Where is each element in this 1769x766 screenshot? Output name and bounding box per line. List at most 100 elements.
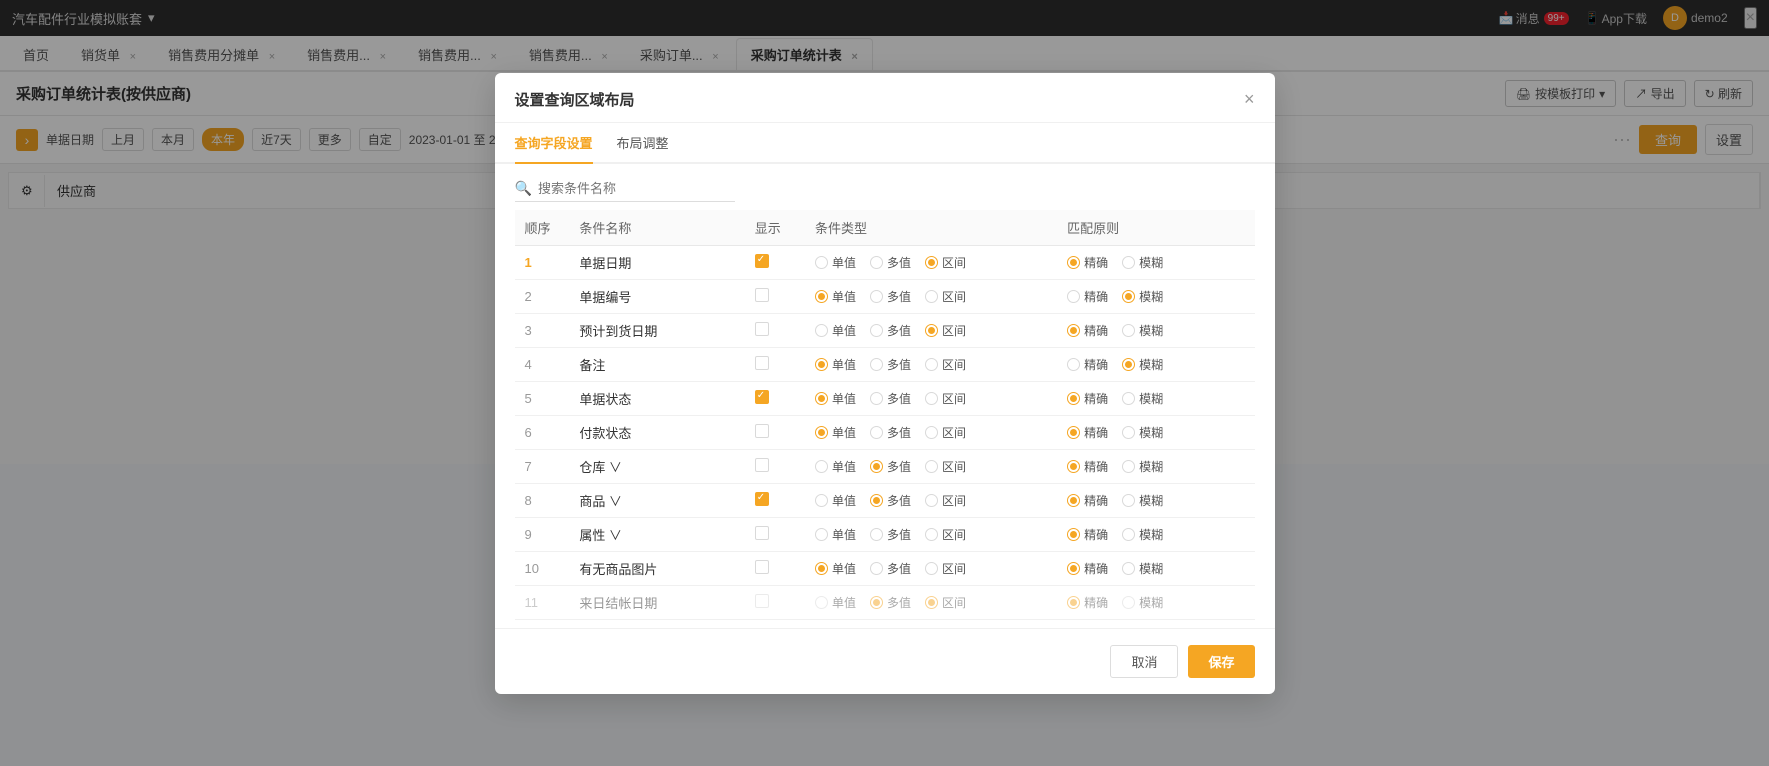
radio-type-multi[interactable]: 多值 xyxy=(870,458,911,475)
cell-display[interactable] xyxy=(745,483,805,517)
radio-type-single[interactable]: 单值 xyxy=(815,560,856,577)
cell-type[interactable]: 单值多值区间 xyxy=(805,381,1057,415)
radio-type-multi[interactable]: 多值 xyxy=(870,594,911,611)
display-checkbox[interactable] xyxy=(755,492,769,506)
cell-display[interactable] xyxy=(745,313,805,347)
cell-match[interactable]: 精确模糊 xyxy=(1057,347,1254,381)
cell-match[interactable]: 精确模糊 xyxy=(1057,449,1254,483)
radio-match-exact[interactable]: 精确 xyxy=(1067,492,1108,509)
radio-match-exact[interactable]: 精确 xyxy=(1067,424,1108,441)
radio-match-fuzzy[interactable]: 模糊 xyxy=(1122,560,1163,577)
radio-type-single[interactable]: 单值 xyxy=(815,356,856,373)
radio-match-exact[interactable]: 精确 xyxy=(1067,322,1108,339)
display-checkbox[interactable] xyxy=(755,254,769,268)
display-checkbox[interactable] xyxy=(755,390,769,404)
radio-match-exact[interactable]: 精确 xyxy=(1067,458,1108,475)
cell-display[interactable] xyxy=(745,585,805,619)
radio-type-range[interactable]: 区间 xyxy=(925,356,966,373)
radio-type-multi[interactable]: 多值 xyxy=(870,322,911,339)
radio-type-multi[interactable]: 多值 xyxy=(870,254,911,271)
radio-type-range[interactable]: 区间 xyxy=(925,458,966,475)
cell-display[interactable] xyxy=(745,279,805,313)
cell-match[interactable]: 精确模糊 xyxy=(1057,585,1254,619)
radio-type-range[interactable]: 区间 xyxy=(925,322,966,339)
cell-display[interactable] xyxy=(745,415,805,449)
display-checkbox[interactable] xyxy=(755,322,769,336)
cell-match[interactable]: 精确模糊 xyxy=(1057,381,1254,415)
radio-match-fuzzy[interactable]: 模糊 xyxy=(1122,390,1163,407)
radio-match-fuzzy[interactable]: 模糊 xyxy=(1122,492,1163,509)
cell-match[interactable]: 精确模糊 xyxy=(1057,279,1254,313)
dialog-close-button[interactable]: × xyxy=(1244,89,1255,110)
radio-match-fuzzy[interactable]: 模糊 xyxy=(1122,254,1163,271)
save-button[interactable]: 保存 xyxy=(1188,645,1254,678)
cell-display[interactable] xyxy=(745,347,805,381)
radio-type-single[interactable]: 单值 xyxy=(815,492,856,509)
radio-match-exact[interactable]: 精确 xyxy=(1067,254,1108,271)
cell-match[interactable]: 精确模糊 xyxy=(1057,483,1254,517)
radio-match-exact[interactable]: 精确 xyxy=(1067,288,1108,305)
tab-query-fields[interactable]: 查询字段设置 xyxy=(515,123,593,164)
radio-type-single[interactable]: 单值 xyxy=(815,288,856,305)
cell-type[interactable]: 单值多值区间 xyxy=(805,313,1057,347)
radio-match-exact[interactable]: 精确 xyxy=(1067,526,1108,543)
cancel-button[interactable]: 取消 xyxy=(1110,645,1178,678)
radio-match-exact[interactable]: 精确 xyxy=(1067,356,1108,373)
radio-type-multi[interactable]: 多值 xyxy=(870,526,911,543)
radio-type-range[interactable]: 区间 xyxy=(925,526,966,543)
radio-type-single[interactable]: 单值 xyxy=(815,390,856,407)
search-input[interactable] xyxy=(538,181,718,196)
cell-display[interactable] xyxy=(745,551,805,585)
cell-match[interactable]: 精确模糊 xyxy=(1057,551,1254,585)
cell-match[interactable]: 精确模糊 xyxy=(1057,415,1254,449)
cell-type[interactable]: 单值多值区间 xyxy=(805,347,1057,381)
radio-type-multi[interactable]: 多值 xyxy=(870,492,911,509)
radio-type-range[interactable]: 区间 xyxy=(925,424,966,441)
radio-type-single[interactable]: 单值 xyxy=(815,458,856,475)
display-checkbox[interactable] xyxy=(755,560,769,574)
display-checkbox[interactable] xyxy=(755,526,769,540)
radio-match-fuzzy[interactable]: 模糊 xyxy=(1122,424,1163,441)
display-checkbox[interactable] xyxy=(755,424,769,438)
cell-type[interactable]: 单值多值区间 xyxy=(805,551,1057,585)
radio-type-multi[interactable]: 多值 xyxy=(870,356,911,373)
radio-match-fuzzy[interactable]: 模糊 xyxy=(1122,356,1163,373)
cell-match[interactable]: 精确模糊 xyxy=(1057,245,1254,279)
radio-match-fuzzy[interactable]: 模糊 xyxy=(1122,526,1163,543)
radio-match-fuzzy[interactable]: 模糊 xyxy=(1122,288,1163,305)
radio-type-range[interactable]: 区间 xyxy=(925,288,966,305)
radio-type-multi[interactable]: 多值 xyxy=(870,560,911,577)
radio-type-multi[interactable]: 多值 xyxy=(870,390,911,407)
radio-type-single[interactable]: 单值 xyxy=(815,424,856,441)
cell-type[interactable]: 单值多值区间 xyxy=(805,585,1057,619)
display-checkbox[interactable] xyxy=(755,356,769,370)
display-checkbox[interactable] xyxy=(755,594,769,608)
cell-type[interactable]: 单值多值区间 xyxy=(805,245,1057,279)
cell-display[interactable] xyxy=(745,381,805,415)
radio-match-exact[interactable]: 精确 xyxy=(1067,594,1108,611)
radio-type-single[interactable]: 单值 xyxy=(815,254,856,271)
radio-type-single[interactable]: 单值 xyxy=(815,322,856,339)
cell-type[interactable]: 单值多值区间 xyxy=(805,415,1057,449)
cell-type[interactable]: 单值多值区间 xyxy=(805,483,1057,517)
radio-type-range[interactable]: 区间 xyxy=(925,594,966,611)
cell-match[interactable]: 精确模糊 xyxy=(1057,313,1254,347)
radio-type-range[interactable]: 区间 xyxy=(925,560,966,577)
radio-type-single[interactable]: 单值 xyxy=(815,594,856,611)
cell-display[interactable] xyxy=(745,517,805,551)
radio-type-range[interactable]: 区间 xyxy=(925,390,966,407)
radio-match-fuzzy[interactable]: 模糊 xyxy=(1122,594,1163,611)
radio-match-exact[interactable]: 精确 xyxy=(1067,560,1108,577)
cell-type[interactable]: 单值多值区间 xyxy=(805,449,1057,483)
cell-display[interactable] xyxy=(745,449,805,483)
radio-match-exact[interactable]: 精确 xyxy=(1067,390,1108,407)
display-checkbox[interactable] xyxy=(755,458,769,472)
display-checkbox[interactable] xyxy=(755,288,769,302)
radio-type-single[interactable]: 单值 xyxy=(815,526,856,543)
tab-layout-adjust[interactable]: 布局调整 xyxy=(617,123,669,164)
cell-type[interactable]: 单值多值区间 xyxy=(805,279,1057,313)
radio-match-fuzzy[interactable]: 模糊 xyxy=(1122,458,1163,475)
radio-match-fuzzy[interactable]: 模糊 xyxy=(1122,322,1163,339)
radio-type-range[interactable]: 区间 xyxy=(925,254,966,271)
cell-type[interactable]: 单值多值区间 xyxy=(805,517,1057,551)
